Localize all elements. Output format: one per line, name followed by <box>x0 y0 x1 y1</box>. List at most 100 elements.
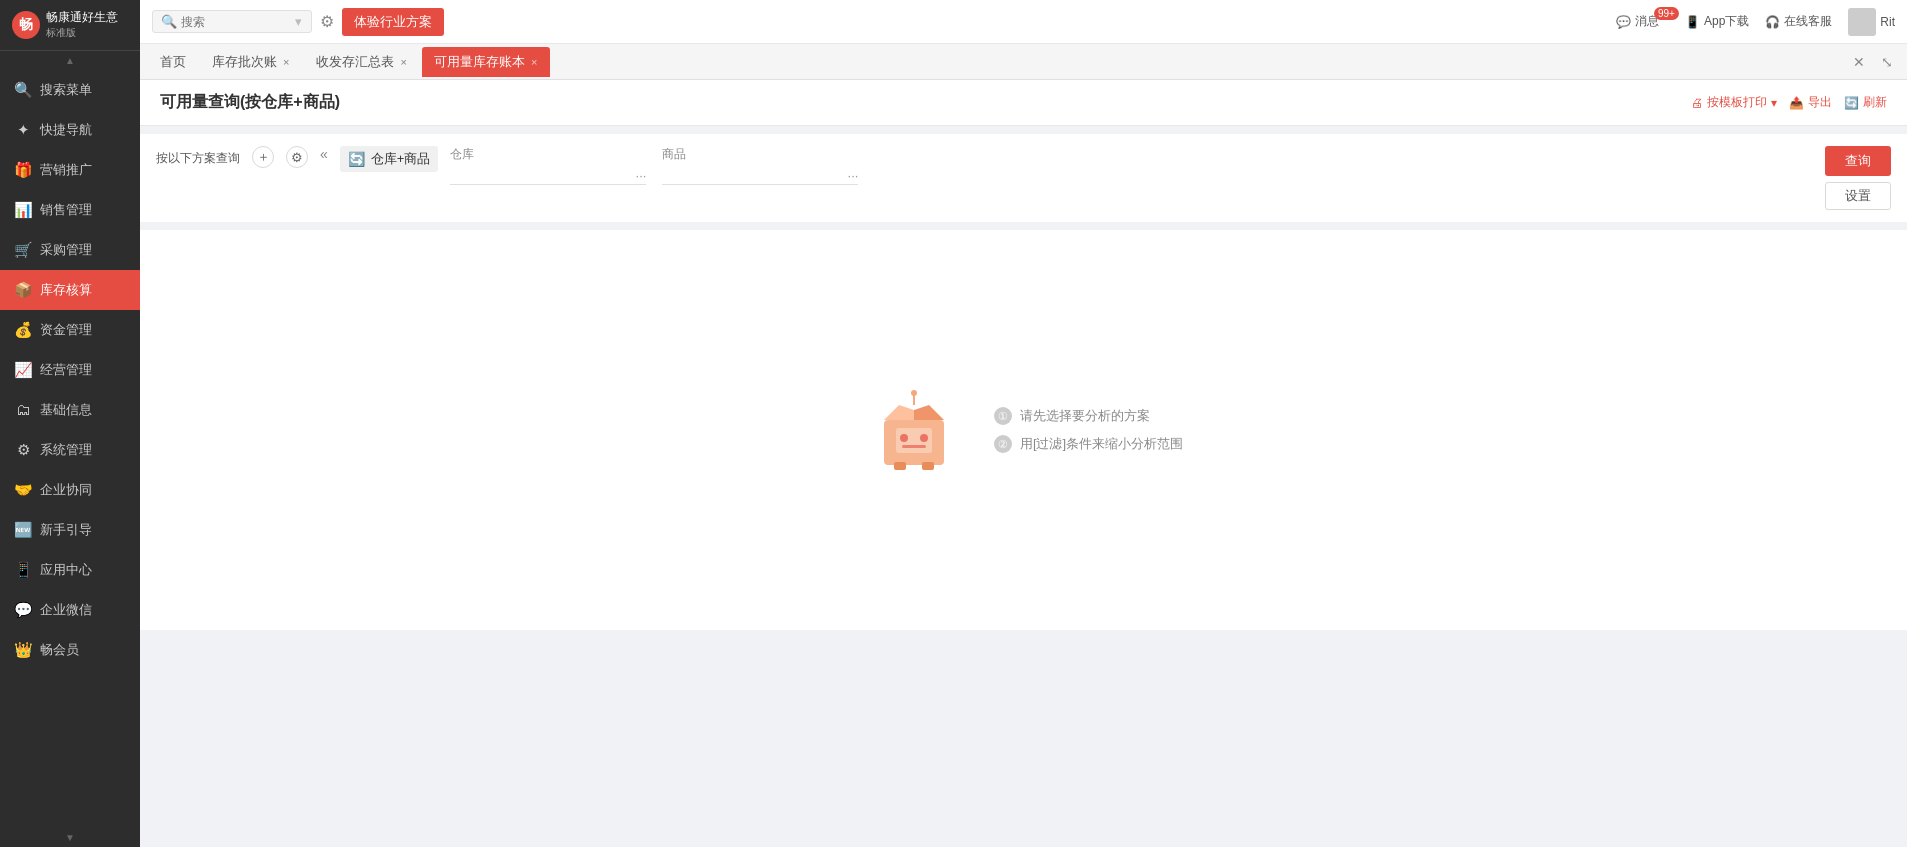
sidebar-scroll-up[interactable]: ▲ <box>0 51 140 70</box>
app-download-action[interactable]: 📱 App下载 <box>1685 13 1749 30</box>
print-button[interactable]: 🖨 按模板打印 ▾ <box>1691 94 1777 111</box>
chart-icon: 📊 <box>14 201 32 219</box>
filter-scheme-warehouse-goods[interactable]: 🔄 仓库+商品 <box>340 146 439 172</box>
filter-add-button[interactable]: ＋ <box>252 146 274 168</box>
sidebar-item-enterprise[interactable]: 🤝 企业协同 <box>0 470 140 510</box>
goods-more-button[interactable]: ··· <box>848 168 859 183</box>
star-icon: ✦ <box>14 121 32 139</box>
service-action[interactable]: 🎧 在线客服 <box>1765 13 1832 30</box>
sidebar-item-sales[interactable]: 📊 销售管理 <box>0 190 140 230</box>
sidebar-item-newbie[interactable]: 🆕 新手引导 <box>0 510 140 550</box>
filter-schemes: 🔄 仓库+商品 <box>340 146 439 172</box>
tab-batch-account-close[interactable]: × <box>282 56 290 68</box>
topbar: 🔍 ▾ ⚙ 体验行业方案 💬 消息 99+ 📱 App下载 🎧 在线客服 R <box>140 0 1907 44</box>
search-input[interactable] <box>181 15 291 29</box>
empty-tips: ① 请先选择要分析的方案 ② 用[过滤]条件来缩小分析范围 <box>994 407 1183 453</box>
window-buttons: ✕ ⤡ <box>1847 50 1899 74</box>
sidebar-item-basics[interactable]: 🗂 基础信息 <box>0 390 140 430</box>
export-button[interactable]: 📤 导出 <box>1789 94 1832 111</box>
sidebar-item-label: 搜索菜单 <box>40 81 92 99</box>
app-edition: 标准版 <box>46 26 118 40</box>
topbar-actions: 💬 消息 99+ 📱 App下载 🎧 在线客服 Rit <box>1616 8 1895 36</box>
settings-button[interactable]: 设置 <box>1825 182 1891 210</box>
close-window-button[interactable]: ✕ <box>1847 50 1871 74</box>
sidebar-item-finance[interactable]: 💰 资金管理 <box>0 310 140 350</box>
tab-batch-account-label: 库存批次账 <box>212 53 277 71</box>
member-icon: 👑 <box>14 641 32 659</box>
sidebar-item-label: 应用中心 <box>40 561 92 579</box>
goods-field-label: 商品 <box>662 146 858 163</box>
tab-receipt-summary-close[interactable]: × <box>399 56 407 68</box>
scheme-icon: 🔄 <box>348 151 365 167</box>
message-badge: 99+ <box>1654 7 1679 20</box>
empty-state-content: ① 请先选择要分析的方案 ② 用[过滤]条件来缩小分析范围 <box>864 380 1183 480</box>
cart-icon: 🛒 <box>14 241 32 259</box>
message-icon: 💬 <box>1616 15 1631 29</box>
refresh-button[interactable]: 🔄 刷新 <box>1844 94 1887 111</box>
warehouse-field-label: 仓库 <box>450 146 646 163</box>
search-icon: 🔍 <box>161 14 177 29</box>
svg-point-7 <box>920 434 928 442</box>
sidebar-item-shortcut[interactable]: ✦ 快捷导航 <box>0 110 140 150</box>
expand-window-button[interactable]: ⤡ <box>1875 50 1899 74</box>
search-box[interactable]: 🔍 ▾ <box>152 10 312 33</box>
sidebar-scroll-down[interactable]: ▼ <box>0 828 140 847</box>
sidebar-item-label: 基础信息 <box>40 401 92 419</box>
logo-icon: 畅 <box>12 11 40 39</box>
empty-tip-1: ① 请先选择要分析的方案 <box>994 407 1183 425</box>
page-header-actions: 🖨 按模板打印 ▾ 📤 导出 🔄 刷新 <box>1691 94 1887 111</box>
filter-setting-button[interactable]: ⚙ <box>286 146 308 168</box>
empty-tip-2: ② 用[过滤]条件来缩小分析范围 <box>994 435 1183 453</box>
message-action[interactable]: 💬 消息 99+ <box>1616 13 1669 30</box>
sidebar-item-label: 资金管理 <box>40 321 92 339</box>
sidebar-item-app-center[interactable]: 📱 应用中心 <box>0 550 140 590</box>
sidebar-item-member[interactable]: 👑 畅会员 <box>0 630 140 670</box>
filter-section: 按以下方案查询 ＋ ⚙ « 🔄 仓库+商品 仓库 ··· <box>140 134 1907 222</box>
goods-field: 商品 ··· <box>662 146 858 185</box>
phone-icon: 📱 <box>1685 15 1700 29</box>
system-icon: ⚙ <box>14 441 32 459</box>
app-center-icon: 📱 <box>14 561 32 579</box>
gear-button[interactable]: ⚙ <box>320 12 334 31</box>
tab-available-ledger-close[interactable]: × <box>530 56 538 68</box>
print-icon: 🖨 <box>1691 96 1703 110</box>
chevron-down-icon: ▾ <box>1771 96 1777 110</box>
search-icon: 🔍 <box>14 81 32 99</box>
page-title: 可用量查询(按仓库+商品) <box>160 92 340 113</box>
sidebar-item-label: 销售管理 <box>40 201 92 219</box>
warehouse-more-button[interactable]: ··· <box>636 168 647 183</box>
tab-home[interactable]: 首页 <box>148 47 198 77</box>
wechat-icon: 💬 <box>14 601 32 619</box>
filter-collapse-button[interactable]: « <box>320 146 328 162</box>
goods-input[interactable] <box>662 165 858 185</box>
user-avatar-action[interactable]: Rit <box>1848 8 1895 36</box>
sidebar-item-label: 采购管理 <box>40 241 92 259</box>
sidebar-item-search[interactable]: 🔍 搜索菜单 <box>0 70 140 110</box>
tab-receipt-summary[interactable]: 收发存汇总表 × <box>304 47 419 77</box>
svg-marker-4 <box>914 405 944 420</box>
content-area: 可用量查询(按仓库+商品) 🖨 按模板打印 ▾ 📤 导出 🔄 刷新 按以下 <box>140 80 1907 847</box>
svg-rect-12 <box>922 462 934 470</box>
finance-icon: 💰 <box>14 321 32 339</box>
query-button[interactable]: 查询 <box>1825 146 1891 176</box>
sidebar-item-system[interactable]: ⚙ 系统管理 <box>0 430 140 470</box>
industry-button[interactable]: 体验行业方案 <box>342 8 444 36</box>
tab-receipt-summary-label: 收发存汇总表 <box>316 53 394 71</box>
sidebar-item-marketing[interactable]: 🎁 营销推广 <box>0 150 140 190</box>
sidebar-item-inventory[interactable]: 📦 库存核算 <box>0 270 140 310</box>
refresh-label: 刷新 <box>1863 94 1887 111</box>
warehouse-input[interactable] <box>450 165 646 185</box>
sidebar-item-wechat[interactable]: 💬 企业微信 <box>0 590 140 630</box>
empty-illustration <box>864 380 964 480</box>
sidebar-item-purchase[interactable]: 🛒 采购管理 <box>0 230 140 270</box>
page-header: 可用量查询(按仓库+商品) 🖨 按模板打印 ▾ 📤 导出 🔄 刷新 <box>140 80 1907 126</box>
sidebar-item-label: 经营管理 <box>40 361 92 379</box>
avatar <box>1848 8 1876 36</box>
sidebar-item-operations[interactable]: 📈 经营管理 <box>0 350 140 390</box>
export-icon: 📤 <box>1789 96 1804 110</box>
print-label: 按模板打印 <box>1707 94 1767 111</box>
tab-batch-account[interactable]: 库存批次账 × <box>200 47 302 77</box>
export-label: 导出 <box>1808 94 1832 111</box>
tab-available-ledger[interactable]: 可用量库存账本 × <box>422 47 550 77</box>
newbie-icon: 🆕 <box>14 521 32 539</box>
